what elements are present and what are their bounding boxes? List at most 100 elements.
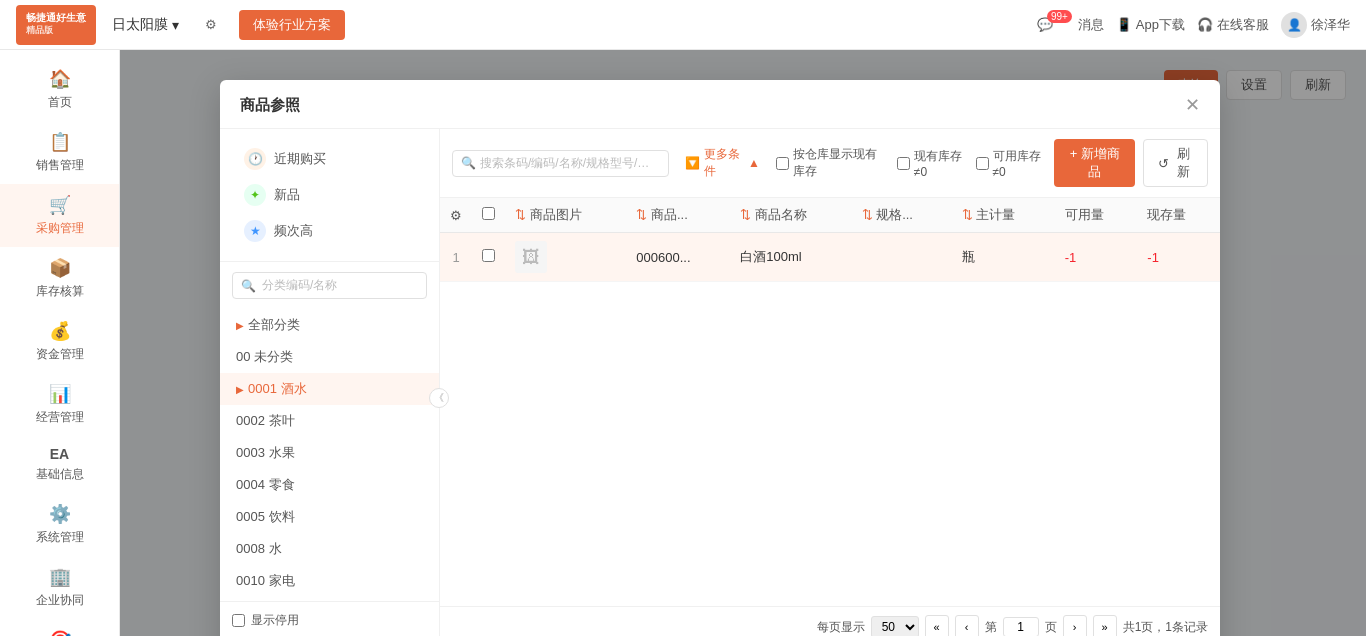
show-disabled-label[interactable]: 显示停用	[232, 612, 427, 629]
sidebar-item-home[interactable]: 🏠 首页	[0, 58, 119, 121]
logo-text-line2: 精品版	[26, 24, 86, 37]
row-name-cell: 白酒100ml	[730, 233, 851, 282]
checkbox-available-nonzero[interactable]: 可用库存≠0	[976, 148, 1047, 179]
sidebar-item-sales[interactable]: 📋 销售管理	[0, 121, 119, 184]
first-page-button[interactable]: «	[925, 615, 949, 636]
product-reference-modal: 商品参照 ✕ 🕐 近期购买 ✦ 新品	[220, 80, 1220, 636]
table-row[interactable]: 1 🖼 000600... 白酒100ml	[440, 233, 1220, 282]
sidebar-label-system: 系统管理	[36, 529, 84, 546]
next-page-button[interactable]: ›	[1063, 615, 1087, 636]
category-item-0004[interactable]: 0004 零食	[220, 469, 439, 501]
product-table-container: ⚙ ⇅ 商品图片 ⇅	[440, 198, 1220, 606]
category-label-0004: 0004 零食	[236, 476, 295, 494]
home-icon: 🏠	[49, 68, 71, 90]
settings-icon[interactable]: ⚙	[195, 9, 227, 41]
category-item-0005[interactable]: 0005 饮料	[220, 501, 439, 533]
category-search-placeholder: 分类编码/名称	[262, 277, 337, 294]
sort-icon-name: ⇅	[740, 207, 751, 222]
sidebar-item-inventory[interactable]: 📦 库存核算	[0, 247, 119, 310]
purchase-icon: 🛒	[49, 194, 71, 216]
category-item-00[interactable]: 00 未分类	[220, 341, 439, 373]
online-service-nav-item[interactable]: 🎧 在线客服	[1197, 16, 1269, 34]
quick-item-recent[interactable]: 🕐 近期购买	[232, 141, 427, 177]
category-item-0010[interactable]: 0010 家电	[220, 565, 439, 597]
frequent-icon: ★	[244, 220, 266, 242]
sidebar-label-basic: 基础信息	[36, 466, 84, 483]
modal-close-button[interactable]: ✕	[1185, 94, 1200, 116]
col-name[interactable]: ⇅ 商品名称	[730, 198, 851, 233]
app-download-nav-item[interactable]: 📱 App下载	[1116, 16, 1185, 34]
add-product-button[interactable]: + 新增商品	[1054, 139, 1135, 187]
checkbox-by-warehouse[interactable]: 按仓库显示现有库存	[776, 146, 889, 180]
sidebar-item-operations[interactable]: 📊 经营管理	[0, 373, 119, 436]
messages-nav-item[interactable]: 💬 99+ 消息	[1037, 16, 1104, 34]
page-size-label: 每页显示	[817, 619, 865, 636]
page-size-select[interactable]: 50	[871, 616, 919, 636]
navbar-right: 💬 99+ 消息 📱 App下载 🎧 在线客服 👤 徐泽华	[1037, 12, 1350, 38]
category-search-box[interactable]: 🔍 分类编码/名称	[232, 272, 427, 299]
store-dropdown[interactable]: 日太阳膜 ▾	[112, 16, 179, 34]
enterprise-icon: 🏢	[49, 566, 71, 588]
quick-access: 🕐 近期购买 ✦ 新品 ★ 频次高	[220, 137, 439, 257]
sidebar-label-enterprise: 企业协同	[36, 592, 84, 609]
left-panel: 🕐 近期购买 ✦ 新品 ★ 频次高	[220, 129, 440, 636]
messages-label: 消息	[1078, 16, 1104, 34]
available-nonzero-checkbox[interactable]	[976, 157, 989, 170]
sidebar-item-finance[interactable]: 💰 资金管理	[0, 310, 119, 373]
category-item-0002[interactable]: 0002 茶叶	[220, 405, 439, 437]
existing-nonzero-checkbox[interactable]	[897, 157, 910, 170]
row-code-cell: 000600...	[626, 233, 730, 282]
col-available[interactable]: 可用量	[1055, 198, 1138, 233]
col-code[interactable]: ⇅ 商品...	[626, 198, 730, 233]
message-badge: 99+	[1047, 10, 1072, 23]
quick-item-frequent[interactable]: ★ 频次高	[232, 213, 427, 249]
category-item-all[interactable]: ▶ 全部分类	[220, 309, 439, 341]
select-all-checkbox[interactable]	[482, 207, 495, 220]
store-name: 日太阳膜	[112, 16, 168, 34]
by-warehouse-checkbox[interactable]	[776, 157, 789, 170]
filter-arrow-icon: ▲	[748, 156, 760, 170]
sidebar-item-enterprise[interactable]: 🏢 企业协同	[0, 556, 119, 619]
chevron-down-icon: ▾	[172, 17, 179, 33]
cta-button[interactable]: 体验行业方案	[239, 10, 345, 40]
category-item-0003[interactable]: 0003 水果	[220, 437, 439, 469]
show-disabled-checkbox[interactable]	[232, 614, 245, 627]
expand-icon-0001: ▶	[236, 384, 244, 395]
search-placeholder: 搜索条码/编码/名称/规格型号/别名	[480, 155, 660, 172]
sort-icon: ⇅	[515, 207, 526, 222]
col-unit[interactable]: ⇅ 主计量	[952, 198, 1055, 233]
sidebar-item-basic[interactable]: EA 基础信息	[0, 436, 119, 493]
page-number-input[interactable]	[1003, 617, 1039, 636]
quick-label-frequent: 频次高	[274, 222, 313, 240]
user-avatar[interactable]: 👤 徐泽华	[1281, 12, 1350, 38]
filter-button[interactable]: 🔽 更多条件 ▲	[677, 142, 768, 184]
sidebar-item-purchase[interactable]: 🛒 采购管理	[0, 184, 119, 247]
row-image-cell: 🖼	[505, 233, 626, 282]
collapse-panel-button[interactable]: 《	[429, 388, 449, 408]
sidebar-item-system[interactable]: ⚙️ 系统管理	[0, 493, 119, 556]
refresh-product-button[interactable]: ↺ 刷新	[1143, 139, 1208, 187]
product-search-box[interactable]: 🔍 搜索条码/编码/名称/规格型号/别名	[452, 150, 669, 177]
row-spec-cell	[852, 233, 952, 282]
sort-icon-code: ⇅	[636, 207, 647, 222]
col-settings[interactable]: ⚙	[440, 198, 472, 233]
prev-page-button[interactable]: ‹	[955, 615, 979, 636]
col-spec[interactable]: ⇅ 规格...	[852, 198, 952, 233]
sidebar-item-guide[interactable]: 🎯 新手引导	[0, 619, 119, 636]
modal-title: 商品参照	[240, 96, 300, 115]
refresh-label: 刷新	[1173, 145, 1193, 181]
row-checkbox[interactable]	[482, 249, 495, 262]
last-page-button[interactable]: »	[1093, 615, 1117, 636]
phone-icon: 📱	[1116, 17, 1132, 32]
available-nonzero-label: 可用库存≠0	[993, 148, 1047, 179]
category-label-all: 全部分类	[248, 316, 300, 334]
row-checkbox-cell[interactable]	[472, 233, 505, 282]
category-item-0008[interactable]: 0008 水	[220, 533, 439, 565]
toolbar-right: + 新增商品 ↺ 刷新	[1054, 139, 1208, 187]
checkbox-existing-nonzero[interactable]: 现有库存≠0	[897, 148, 968, 179]
page-label: 第	[985, 619, 997, 636]
new-icon: ✦	[244, 184, 266, 206]
category-item-0001[interactable]: ▶ 0001 酒水	[220, 373, 439, 405]
quick-item-new[interactable]: ✦ 新品	[232, 177, 427, 213]
category-label-0003: 0003 水果	[236, 444, 295, 462]
